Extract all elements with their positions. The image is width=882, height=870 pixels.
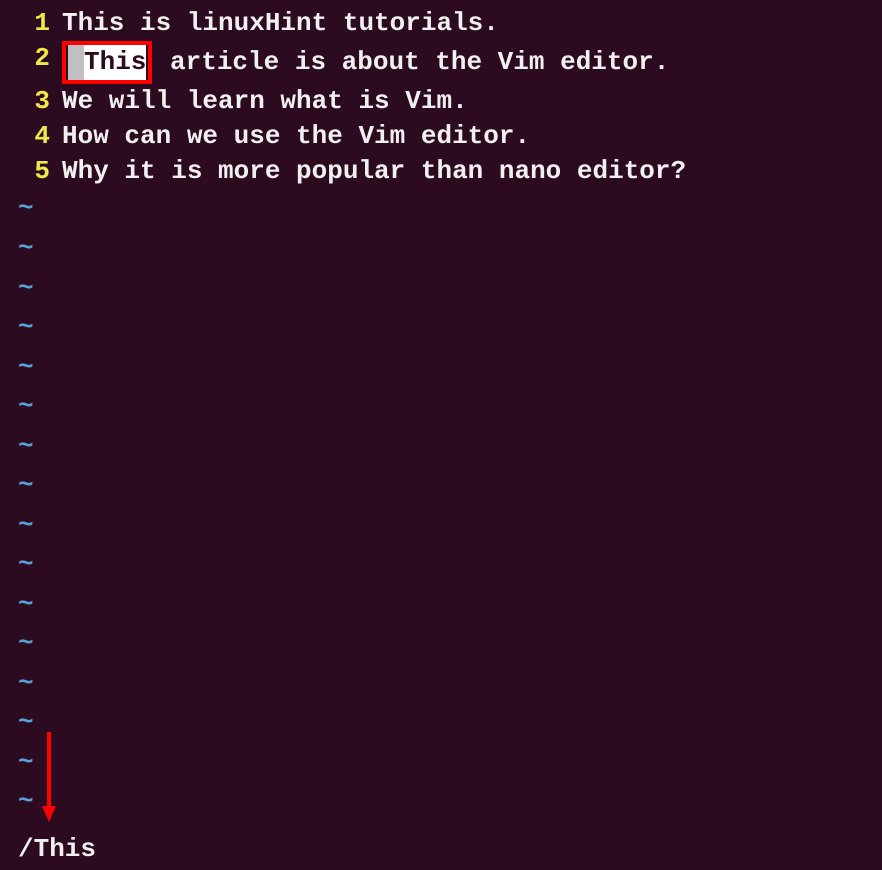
vim-command-line[interactable]: /This <box>18 834 96 864</box>
text-line: 3 We will learn what is Vim. <box>0 84 882 119</box>
empty-line-tilde: ~ <box>0 664 882 704</box>
text-line: 2 This article is about the Vim editor. <box>0 41 882 84</box>
line-number: 3 <box>0 84 62 119</box>
empty-line-tilde: ~ <box>0 387 882 427</box>
cursor-cell <box>68 45 84 80</box>
line-text: How can we use the Vim editor. <box>62 119 530 154</box>
line-number: 2 <box>0 41 62 76</box>
empty-line-tilde: ~ <box>0 189 882 229</box>
line-number: 5 <box>0 154 62 189</box>
vim-editor-area[interactable]: 1 This is linuxHint tutorials. 2 This ar… <box>0 0 882 822</box>
empty-line-tilde: ~ <box>0 545 882 585</box>
line-number: 1 <box>0 6 62 41</box>
search-match-highlight: This <box>84 45 146 80</box>
arrow-down-icon <box>42 732 56 822</box>
empty-line-tilde: ~ <box>0 269 882 309</box>
text-line: 5 Why it is more popular than nano edito… <box>0 154 882 189</box>
empty-line-tilde: ~ <box>0 782 882 822</box>
empty-line-tilde: ~ <box>0 348 882 388</box>
line-text: Why it is more popular than nano editor? <box>62 154 686 189</box>
empty-line-tilde: ~ <box>0 506 882 546</box>
line-number: 4 <box>0 119 62 154</box>
empty-line-tilde: ~ <box>0 229 882 269</box>
empty-line-tilde: ~ <box>0 743 882 783</box>
empty-line-tilde: ~ <box>0 703 882 743</box>
empty-line-tilde: ~ <box>0 466 882 506</box>
line-text: This article is about the Vim editor. <box>62 41 669 84</box>
highlight-annotation-box: This <box>62 41 152 84</box>
text-line: 4 How can we use the Vim editor. <box>0 119 882 154</box>
empty-line-tilde: ~ <box>0 624 882 664</box>
line-text: We will learn what is Vim. <box>62 84 468 119</box>
empty-line-tilde: ~ <box>0 427 882 467</box>
empty-line-tilde: ~ <box>0 585 882 625</box>
line-text-rest: article is about the Vim editor. <box>154 47 669 77</box>
line-text: This is linuxHint tutorials. <box>62 6 499 41</box>
empty-line-tilde: ~ <box>0 308 882 348</box>
text-line: 1 This is linuxHint tutorials. <box>0 6 882 41</box>
